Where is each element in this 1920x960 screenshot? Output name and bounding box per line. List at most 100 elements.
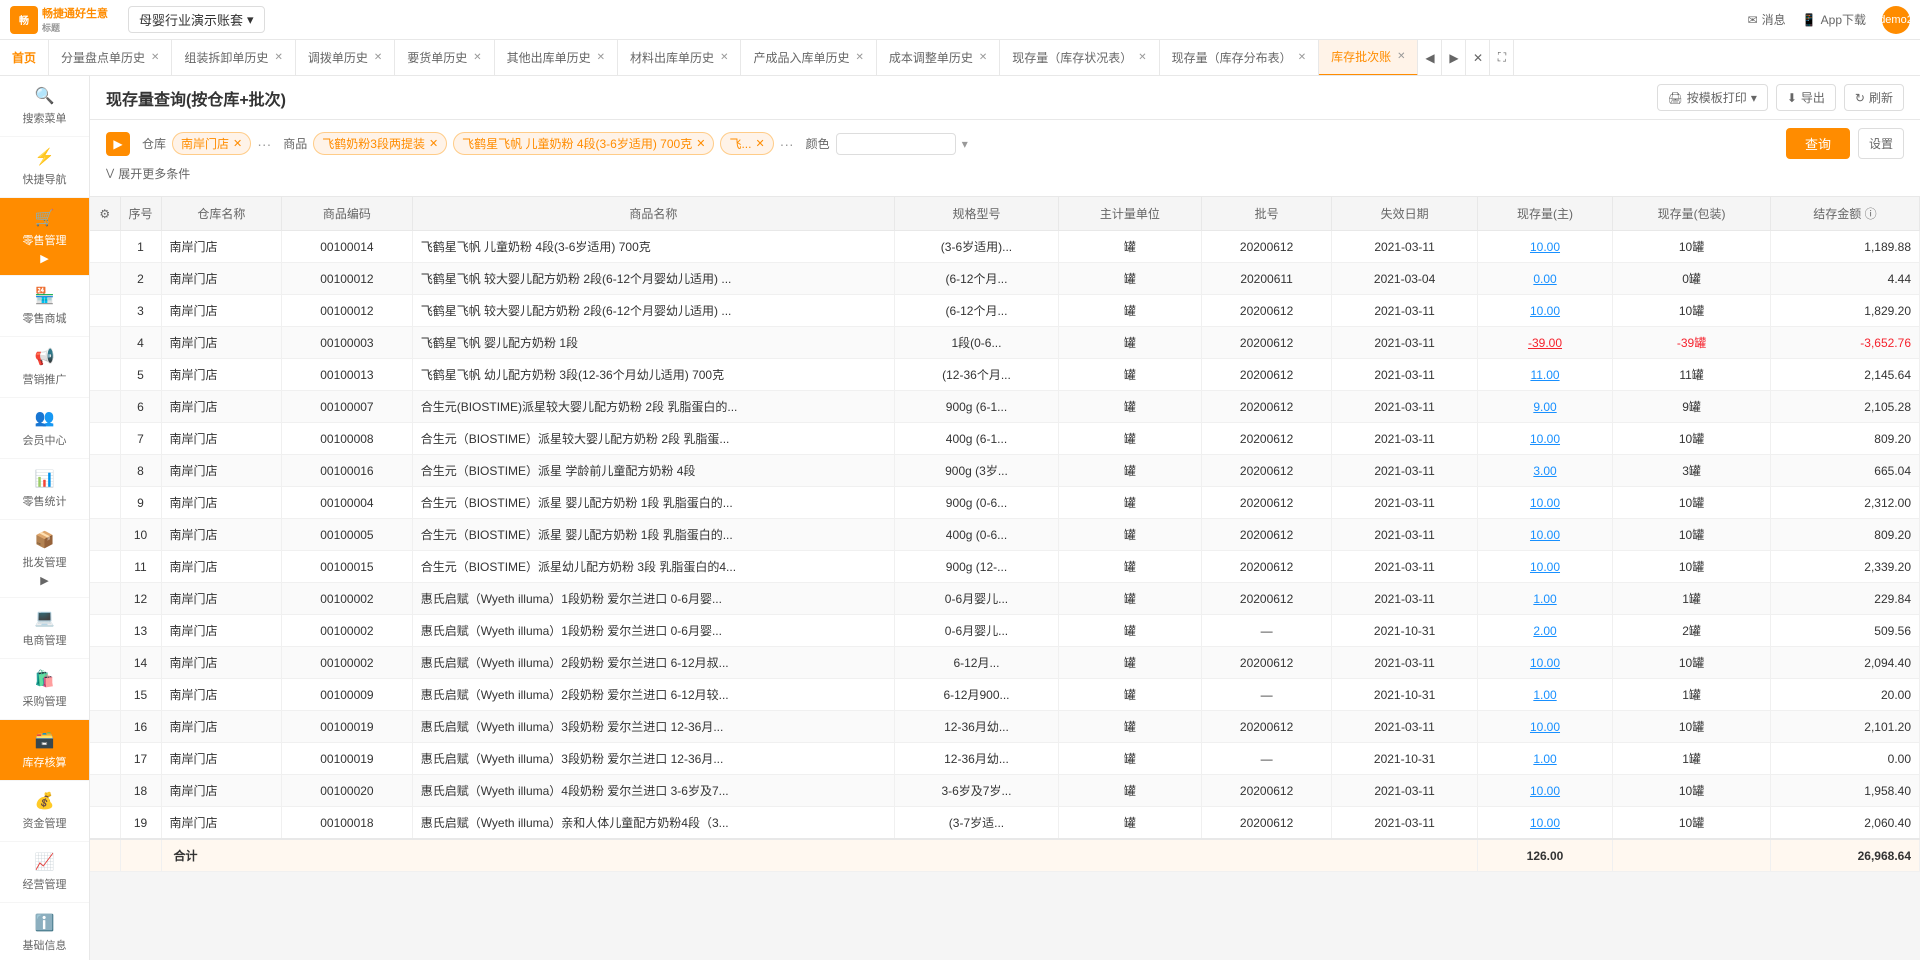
- message-btn[interactable]: ✉ 消息: [1748, 11, 1786, 28]
- row-qty-main[interactable]: 10.00: [1477, 711, 1612, 743]
- tab-xianzaiku2[interactable]: 现存量（库存分布表） ✕: [1160, 40, 1319, 76]
- row-setting: [90, 487, 120, 519]
- row-qty-main[interactable]: 10.00: [1477, 487, 1612, 519]
- product-dots[interactable]: ···: [780, 136, 794, 152]
- tab-tiaobo-close[interactable]: ✕: [374, 52, 382, 63]
- tab-xianzaiku1[interactable]: 现存量（库存状况表） ✕: [1000, 40, 1159, 76]
- row-qty-main[interactable]: 11.00: [1477, 359, 1612, 391]
- tab-fullscreen-btn[interactable]: ⛶: [1490, 40, 1514, 76]
- row-qty-main[interactable]: 10.00: [1477, 231, 1612, 263]
- tab-xianzaiku2-close[interactable]: ✕: [1298, 52, 1306, 63]
- warehouse-filter: 仓库 南岸门店 ✕ ···: [142, 132, 271, 155]
- sidebar-item-retail-shop[interactable]: 🏪 零售商城: [0, 276, 89, 337]
- row-qty-main[interactable]: 10.00: [1477, 807, 1612, 840]
- table-container: ⚙ 序号 仓库名称 商品编码 商品名称 规格型号 主计量单位 批号 失效日期 现…: [90, 197, 1920, 960]
- tab-cailiao[interactable]: 材料出库单历史 ✕: [618, 40, 741, 76]
- row-qty-main[interactable]: 3.00: [1477, 455, 1612, 487]
- row-qty-main[interactable]: 10.00: [1477, 423, 1612, 455]
- row-code: 00100003: [282, 327, 413, 359]
- tab-chanpinru[interactable]: 产成品入库单历史 ✕: [741, 40, 876, 76]
- tab-zuhe[interactable]: 组装拆卸单历史 ✕: [172, 40, 295, 76]
- table-row: 12 南岸门店 00100002 惠氏启赋（Wyeth illuma）1段奶粉 …: [90, 583, 1920, 615]
- row-qty-main[interactable]: 10.00: [1477, 775, 1612, 807]
- row-unit: 罐: [1058, 519, 1201, 551]
- tab-chengben[interactable]: 成本调整单历史 ✕: [877, 40, 1000, 76]
- company-selector[interactable]: 母婴行业演示账套 ▾: [128, 6, 265, 33]
- tab-yaohuo-label: 要货单历史: [407, 49, 467, 66]
- row-qty-main[interactable]: 10.00: [1477, 647, 1612, 679]
- tab-kupicizhan-close[interactable]: ✕: [1397, 51, 1405, 62]
- setting-btn[interactable]: 设置: [1858, 128, 1904, 159]
- sidebar-item-purchase[interactable]: 🛍️ 采购管理: [0, 659, 89, 720]
- tab-cailiao-close[interactable]: ✕: [720, 52, 728, 63]
- product-tag-3[interactable]: 飞... ✕: [720, 132, 773, 155]
- product-tag-1-close[interactable]: ✕: [429, 137, 438, 150]
- tab-prev-btn[interactable]: ◀: [1418, 40, 1442, 76]
- filter-row: ▶ 仓库 南岸门店 ✕ ··· 商品 飞鹤奶粉3段两提装: [106, 128, 1904, 159]
- tab-qtchuku-close[interactable]: ✕: [597, 52, 605, 63]
- tab-close-all-btn[interactable]: ✕: [1466, 40, 1490, 76]
- tab-qtchuku[interactable]: 其他出库单历史 ✕: [495, 40, 618, 76]
- sidebar-item-batch[interactable]: 📦 批发管理 ▶: [0, 520, 89, 598]
- color-filter-input[interactable]: [836, 133, 956, 155]
- row-qty-main[interactable]: 0.00: [1477, 263, 1612, 295]
- sidebar-item-inventory[interactable]: 🗃️ 库存核算: [0, 720, 89, 781]
- warehouse-tag-close[interactable]: ✕: [233, 137, 242, 150]
- tab-next-btn[interactable]: ▶: [1442, 40, 1466, 76]
- row-spec: 6-12月...: [895, 647, 1059, 679]
- sidebar-item-retail[interactable]: 🛒 零售管理 ▶: [0, 198, 89, 276]
- warehouse-dots[interactable]: ···: [257, 136, 271, 152]
- warehouse-tag[interactable]: 南岸门店 ✕: [172, 132, 251, 155]
- row-qty-main[interactable]: 9.00: [1477, 391, 1612, 423]
- row-qty-main[interactable]: -39.00: [1477, 327, 1612, 359]
- row-qty-main[interactable]: 1.00: [1477, 583, 1612, 615]
- tab-home[interactable]: 首页: [0, 40, 49, 76]
- tab-yaohuo-close[interactable]: ✕: [473, 52, 481, 63]
- sidebar-item-member[interactable]: 👥 会员中心: [0, 398, 89, 459]
- tab-yaohuo[interactable]: 要货单历史 ✕: [395, 40, 494, 76]
- tab-tiaobo[interactable]: 调拨单历史 ✕: [296, 40, 395, 76]
- tab-zuhe-close[interactable]: ✕: [274, 52, 282, 63]
- sidebar-item-ecommerce[interactable]: 💻 电商管理: [0, 598, 89, 659]
- row-qty-main[interactable]: 1.00: [1477, 679, 1612, 711]
- query-btn[interactable]: 查询: [1786, 128, 1850, 159]
- product-tag-3-close[interactable]: ✕: [755, 137, 764, 150]
- sidebar-item-search[interactable]: 🔍 搜索菜单: [0, 76, 89, 137]
- tab-fenp[interactable]: 分量盘点单历史 ✕: [49, 40, 172, 76]
- sidebar-toggle-btn[interactable]: ▶: [106, 132, 130, 156]
- row-unit: 罐: [1058, 775, 1201, 807]
- col-setting[interactable]: ⚙: [90, 197, 120, 231]
- row-num: 15: [120, 679, 161, 711]
- tab-fenp-close[interactable]: ✕: [151, 52, 159, 63]
- product-tag-2-close[interactable]: ✕: [696, 137, 705, 150]
- row-warehouse: 南岸门店: [161, 295, 282, 327]
- row-qty-main[interactable]: 10.00: [1477, 519, 1612, 551]
- row-name: 惠氏启赋（Wyeth illuma）1段奶粉 爱尔兰进口 0-6月婴...: [412, 583, 894, 615]
- print-btn[interactable]: 🖨 按模板打印 ▾: [1657, 84, 1768, 111]
- tab-chengben-close[interactable]: ✕: [979, 52, 987, 63]
- row-qty-main[interactable]: 1.00: [1477, 743, 1612, 775]
- avatar[interactable]: demo2: [1882, 6, 1910, 34]
- product-tag-1[interactable]: 飞鹤奶粉3段两提装 ✕: [313, 132, 447, 155]
- sidebar-item-operations[interactable]: 📈 经营管理: [0, 842, 89, 903]
- sidebar-item-basic[interactable]: ℹ️ 基础信息: [0, 903, 89, 960]
- row-name: 合生元（BIOSTIME）派星 学龄前儿童配方奶粉 4段: [412, 455, 894, 487]
- sidebar-item-quicknav[interactable]: ⚡ 快捷导航: [0, 137, 89, 198]
- app-download-btn[interactable]: 📱 App下载: [1802, 11, 1866, 28]
- sidebar-item-retail-stat[interactable]: 📊 零售统计: [0, 459, 89, 520]
- refresh-btn[interactable]: ↻ 刷新: [1844, 84, 1904, 111]
- export-btn[interactable]: ⬇ 导出: [1776, 84, 1836, 111]
- sidebar-item-marketing[interactable]: 📢 营销推广: [0, 337, 89, 398]
- sidebar-item-ecommerce-label: 电商管理: [23, 632, 67, 648]
- row-qty-main[interactable]: 2.00: [1477, 615, 1612, 647]
- sidebar-item-finance[interactable]: 💰 资金管理: [0, 781, 89, 842]
- tab-xianzaiku1-close[interactable]: ✕: [1138, 52, 1146, 63]
- expand-conditions-btn[interactable]: ⋁ 展开更多条件: [106, 165, 1904, 182]
- tab-chanpinru-close[interactable]: ✕: [855, 52, 863, 63]
- table-row: 4 南岸门店 00100003 飞鹤星飞帆 婴儿配方奶粉 1段 1段(0-6..…: [90, 327, 1920, 359]
- row-qty-main[interactable]: 10.00: [1477, 551, 1612, 583]
- print-icon: 🖨: [1668, 91, 1683, 105]
- tab-kupicizhan[interactable]: 库存批次账 ✕: [1319, 40, 1418, 76]
- row-qty-main[interactable]: 10.00: [1477, 295, 1612, 327]
- product-tag-2[interactable]: 飞鹤星飞帆 儿童奶粉 4段(3-6岁适用) 700克 ✕: [453, 132, 714, 155]
